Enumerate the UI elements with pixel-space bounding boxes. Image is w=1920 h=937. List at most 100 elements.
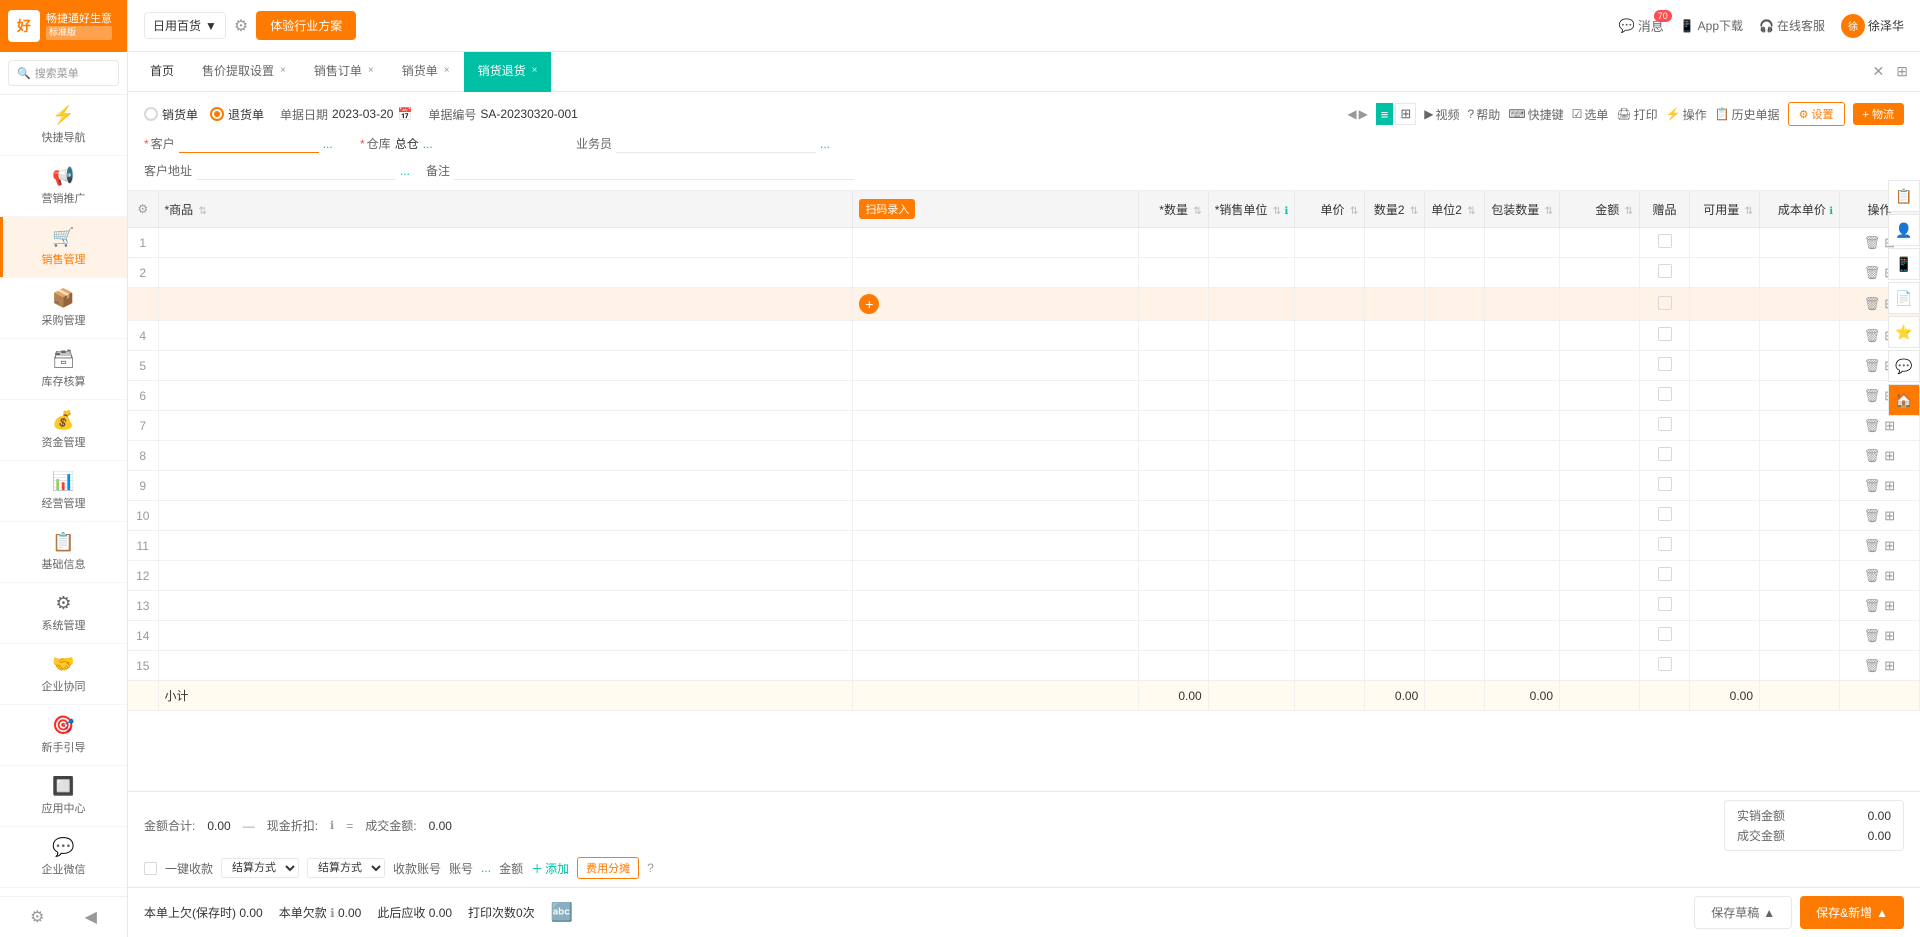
gift-checkbox-14[interactable] bbox=[1658, 627, 1672, 641]
trial-button[interactable]: 体验行业方案 bbox=[256, 11, 356, 40]
delete-row-12-button[interactable]: 🗑 bbox=[1864, 568, 1881, 584]
pkg-cell-14[interactable] bbox=[1485, 621, 1560, 651]
qty2-cell-9[interactable] bbox=[1365, 471, 1425, 501]
avail-cell-15[interactable] bbox=[1690, 651, 1760, 681]
unit2-cell-15[interactable] bbox=[1425, 651, 1485, 681]
grid-view-button[interactable]: ⊞ bbox=[1395, 103, 1416, 125]
qty-cell-8[interactable] bbox=[1138, 441, 1208, 471]
qty2-cell-5[interactable] bbox=[1365, 351, 1425, 381]
sort-amount-icon[interactable]: ⇅ bbox=[1625, 206, 1633, 217]
gift-cell-7[interactable] bbox=[1640, 411, 1690, 441]
product-cell-3[interactable] bbox=[158, 288, 853, 321]
gift-checkbox-13[interactable] bbox=[1658, 597, 1672, 611]
fee-split-button[interactable]: 费用分摊 bbox=[577, 857, 639, 879]
close-tab-button[interactable]: ✕ bbox=[1869, 61, 1889, 82]
unit-cell-4[interactable] bbox=[1208, 321, 1295, 351]
message-button[interactable]: 💬 消息 70 bbox=[1619, 16, 1664, 35]
sales-input[interactable] bbox=[616, 134, 816, 153]
qty2-cell-6[interactable] bbox=[1365, 381, 1425, 411]
pkg-cell-3[interactable] bbox=[1485, 288, 1560, 321]
qty2-cell-8[interactable] bbox=[1365, 441, 1425, 471]
calendar-icon[interactable]: 📅 bbox=[397, 107, 412, 121]
select-link[interactable]: ☑ 选单 bbox=[1572, 106, 1609, 123]
unit2-cell-12[interactable] bbox=[1425, 561, 1485, 591]
unit2-cell-8[interactable] bbox=[1425, 441, 1485, 471]
sidebar-item-inventory[interactable]: 🗃 库存核算 bbox=[0, 339, 127, 400]
sidebar-item-wechat[interactable]: 💬 企业微信 bbox=[0, 827, 127, 888]
gift-cell-9[interactable] bbox=[1640, 471, 1690, 501]
right-panel-btn-3[interactable]: 📱 bbox=[1888, 248, 1920, 280]
onepay-checkbox[interactable] bbox=[144, 862, 157, 875]
settings-button[interactable]: ⚙ 设置 bbox=[1788, 102, 1845, 126]
tab-return[interactable]: 销货退货 × bbox=[464, 52, 552, 92]
cost-cell-8[interactable] bbox=[1760, 441, 1840, 471]
print-link[interactable]: 🖨 打印 bbox=[1616, 106, 1657, 123]
barcode-button[interactable]: 扫码录入 bbox=[859, 199, 915, 219]
pkg-cell-11[interactable] bbox=[1485, 531, 1560, 561]
sales-more-button[interactable]: ... bbox=[820, 137, 830, 151]
delete-row-2-button[interactable]: 🗑 bbox=[1864, 265, 1881, 281]
pkg-cell-15[interactable] bbox=[1485, 651, 1560, 681]
online-service-link[interactable]: 🎧 在线客服 bbox=[1759, 17, 1825, 34]
gift-checkbox-12[interactable] bbox=[1658, 567, 1672, 581]
amount-cell-13[interactable] bbox=[1560, 591, 1640, 621]
price-cell-3[interactable] bbox=[1295, 288, 1365, 321]
gift-checkbox-10[interactable] bbox=[1658, 507, 1672, 521]
pkg-cell-4[interactable] bbox=[1485, 321, 1560, 351]
sidebar-item-operation[interactable]: 📊 经营管理 bbox=[0, 461, 127, 522]
avail-cell-7[interactable] bbox=[1690, 411, 1760, 441]
delete-row-13-button[interactable]: 🗑 bbox=[1864, 598, 1881, 614]
unit-cell-8[interactable] bbox=[1208, 441, 1295, 471]
delete-row-7-button[interactable]: 🗑 bbox=[1864, 418, 1881, 434]
sidebar-item-purchase[interactable]: 📦 采购管理 bbox=[0, 278, 127, 339]
price-cell-14[interactable] bbox=[1295, 621, 1365, 651]
operate-link[interactable]: ⚡ 操作 bbox=[1666, 106, 1707, 123]
sort-product-icon[interactable]: ⇅ bbox=[199, 206, 207, 217]
unit2-cell-14[interactable] bbox=[1425, 621, 1485, 651]
avail-cell-2[interactable] bbox=[1690, 258, 1760, 288]
radio-sale[interactable]: 销货单 bbox=[144, 106, 198, 123]
cost-cell-14[interactable] bbox=[1760, 621, 1840, 651]
pkg-cell-10[interactable] bbox=[1485, 501, 1560, 531]
delete-row-3-button[interactable]: 🗑 bbox=[1864, 296, 1881, 312]
unit-cell-15[interactable] bbox=[1208, 651, 1295, 681]
avail-cell-6[interactable] bbox=[1690, 381, 1760, 411]
qty2-cell-13[interactable] bbox=[1365, 591, 1425, 621]
customer-input[interactable] bbox=[179, 134, 319, 153]
cost-cell-2[interactable] bbox=[1760, 258, 1840, 288]
save-new-button[interactable]: 保存&新增 ▲ bbox=[1800, 896, 1904, 929]
address-more-button[interactable]: ... bbox=[400, 164, 410, 178]
radio-return[interactable]: 退货单 bbox=[210, 106, 264, 123]
gift-cell-12[interactable] bbox=[1640, 561, 1690, 591]
price-cell-5[interactable] bbox=[1295, 351, 1365, 381]
category-select[interactable]: 日用百货 ▼ bbox=[144, 12, 226, 39]
unit2-cell-6[interactable] bbox=[1425, 381, 1485, 411]
qty2-cell-1[interactable] bbox=[1365, 228, 1425, 258]
unit-cell-2[interactable] bbox=[1208, 258, 1295, 288]
product-cell-2[interactable] bbox=[158, 258, 853, 288]
sort-qty2-icon[interactable]: ⇅ bbox=[1410, 206, 1418, 217]
address-input[interactable] bbox=[196, 161, 396, 180]
pkg-cell-13[interactable] bbox=[1485, 591, 1560, 621]
cost-cell-11[interactable] bbox=[1760, 531, 1840, 561]
unit-cell-11[interactable] bbox=[1208, 531, 1295, 561]
gift-cell-14[interactable] bbox=[1640, 621, 1690, 651]
avail-cell-1[interactable] bbox=[1690, 228, 1760, 258]
avail-cell-12[interactable] bbox=[1690, 561, 1760, 591]
delete-row-4-button[interactable]: 🗑 bbox=[1864, 328, 1881, 344]
amount-cell-7[interactable] bbox=[1560, 411, 1640, 441]
qty2-cell-4[interactable] bbox=[1365, 321, 1425, 351]
customer-more-button[interactable]: ... bbox=[323, 137, 333, 151]
gift-checkbox-3[interactable] bbox=[1658, 296, 1672, 310]
pkg-cell-1[interactable] bbox=[1485, 228, 1560, 258]
amount-cell-6[interactable] bbox=[1560, 381, 1640, 411]
shortkey-link[interactable]: ⌨ 快捷键 bbox=[1508, 106, 1563, 123]
gift-checkbox-2[interactable] bbox=[1658, 264, 1672, 278]
avail-cell-9[interactable] bbox=[1690, 471, 1760, 501]
price-cell-7[interactable] bbox=[1295, 411, 1365, 441]
unit2-cell-1[interactable] bbox=[1425, 228, 1485, 258]
qty-cell-4[interactable] bbox=[1138, 321, 1208, 351]
cost-cell-5[interactable] bbox=[1760, 351, 1840, 381]
delete-row-10-button[interactable]: 🗑 bbox=[1864, 508, 1881, 524]
qty-cell-1[interactable] bbox=[1138, 228, 1208, 258]
